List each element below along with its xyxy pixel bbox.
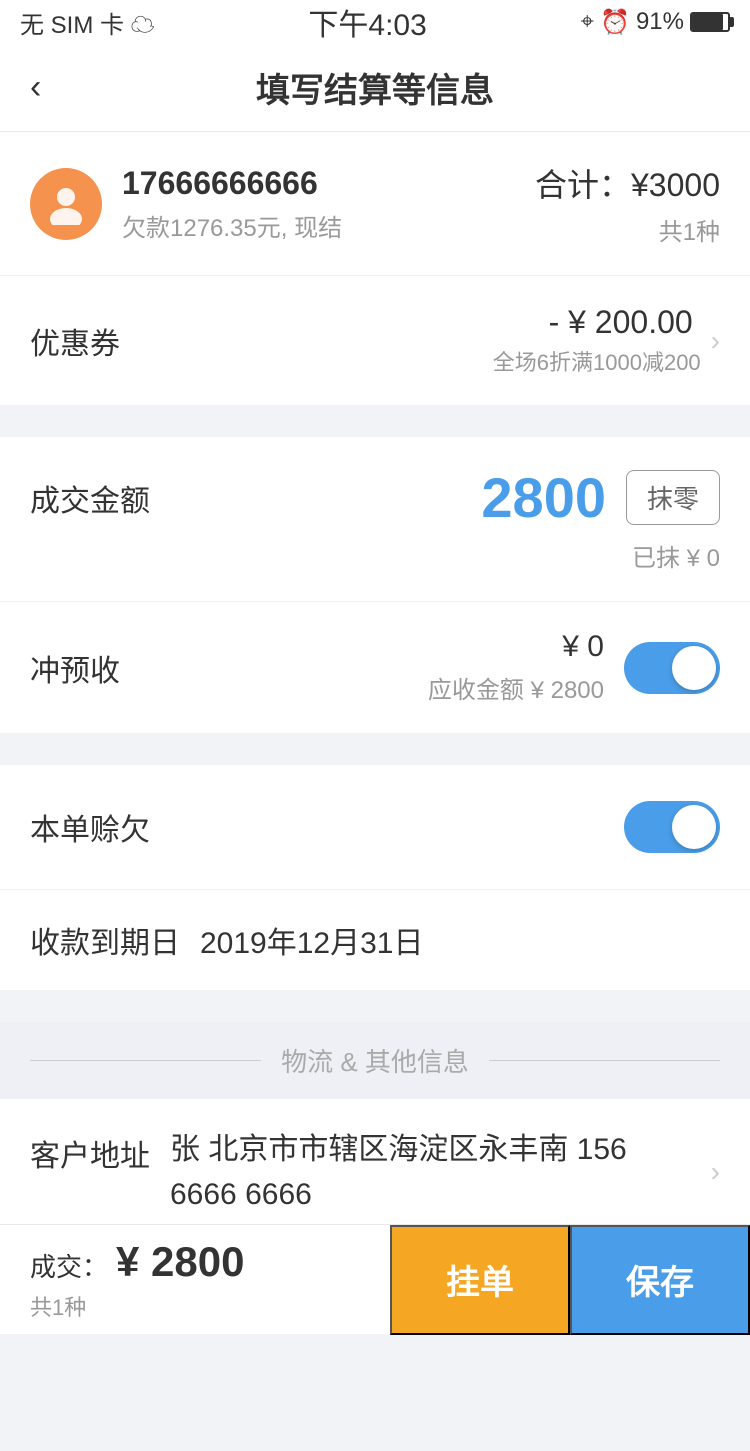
precollect-toggle[interactable] [624,642,720,694]
back-button[interactable]: ‹ [30,68,41,107]
duedate-label: 收款到期日 [30,918,180,962]
precollect-sub: 应收金额 ¥ 2800 [428,670,604,705]
save-button[interactable]: 保存 [570,1225,750,1335]
divider-line-right [489,1060,720,1061]
address-label: 客户地址 [30,1131,170,1175]
debt-toggle[interactable] [624,801,720,853]
footer-placeholder [0,1341,750,1451]
battery-icon [690,12,730,32]
footer-deal-amount: ¥ 2800 [116,1238,244,1286]
debt-card: 本单赊欠 收款到期日 2019年12月31日 [0,765,750,990]
page-title: 填写结算等信息 [256,63,494,112]
coupon-right: - ¥ 200.00 全场6折满1000减200 › [493,304,720,377]
coupon-value-block: - ¥ 200.00 全场6折满1000减200 [493,304,701,377]
user-info-card: 17666666666 欠款1276.35元, 现结 合计：¥3000 共1种 … [0,132,750,405]
address-content: 张 北京市市辖区海淀区永丰南 156 6666 6666 [170,1127,701,1217]
hang-button[interactable]: 挂单 [390,1225,570,1335]
user-avatar-icon [45,183,87,225]
amount-row: 成交金额 2800 抹零 [30,465,720,530]
amount-section: 成交金额 2800 抹零 已抹 ¥ 0 [0,437,750,601]
footer: 成交： ¥ 2800 共1种 挂单 保存 [0,1224,750,1334]
divider-1 [0,421,750,437]
divider-line-left [30,1060,261,1061]
round-button[interactable]: 抹零 [626,470,720,525]
amount-right: 2800 抹零 [481,465,720,530]
divider-2 [0,749,750,765]
status-right: ⌖ ⏰ 91% [581,8,730,37]
debt-label: 本单赊欠 [30,805,624,849]
total-amount: 合计：¥3000 [535,160,720,206]
user-debt: 欠款1276.35元, 现结 [122,208,535,243]
clock-icon: ⏰ [600,8,630,37]
status-bar: 无 SIM 卡 ☁ 下午4:03 ⌖ ⏰ 91% [0,0,750,44]
precollect-amount: ¥ 0 [428,630,604,664]
duedate-value: 2019年12月31日 [200,918,423,962]
debt-toggle-knob [672,805,716,849]
header: ‹ 填写结算等信息 [0,44,750,132]
amount-sub: 已抹 ¥ 0 [30,538,720,573]
precollect-value-block: ¥ 0 应收金额 ¥ 2800 [428,630,604,705]
user-phone: 17666666666 [122,165,535,202]
coupon-label: 优惠券 [30,319,493,363]
status-time: 下午4:03 [308,0,426,44]
coupon-desc: 全场6折满1000减200 [493,345,701,377]
footer-kind: 共1种 [30,1290,360,1322]
precollect-right: ¥ 0 应收金额 ¥ 2800 [428,630,720,705]
logistics-divider: 物流 & 其他信息 [0,1022,750,1099]
total-kind: 共1种 [535,212,720,247]
user-total: 合计：¥3000 共1种 [535,160,720,247]
amount-value: 2800 [481,465,606,530]
battery-text: 91% [636,8,684,36]
precollect-row: 冲预收 ¥ 0 应收金额 ¥ 2800 [0,601,750,733]
no-sim-text: 无 SIM 卡 ☁ [20,5,155,40]
address-chevron-icon: › [711,1156,720,1188]
toggle-knob [672,646,716,690]
deal-amount-card: 成交金额 2800 抹零 已抹 ¥ 0 冲预收 ¥ 0 应收金额 ¥ 2800 [0,437,750,733]
avatar [30,168,102,240]
footer-deal-label: 成交： [30,1247,108,1284]
user-row: 17666666666 欠款1276.35元, 现结 合计：¥3000 共1种 [0,132,750,275]
footer-info: 成交： ¥ 2800 共1种 [0,1238,390,1322]
status-left: 无 SIM 卡 ☁ [20,5,155,40]
amount-label: 成交金额 [30,476,150,520]
user-info-block: 17666666666 欠款1276.35元, 现结 [122,165,535,243]
duedate-row: 收款到期日 2019年12月31日 [0,889,750,990]
location-icon: ⌖ [581,8,595,36]
coupon-discount: - ¥ 200.00 [493,304,693,341]
debt-row: 本单赊欠 [0,765,750,889]
coupon-row[interactable]: 优惠券 - ¥ 200.00 全场6折满1000减200 › [0,275,750,405]
footer-deal-row: 成交： ¥ 2800 [30,1238,360,1286]
divider-3 [0,1006,750,1022]
logistics-label: 物流 & 其他信息 [281,1042,469,1079]
precollect-label: 冲预收 [30,646,428,690]
coupon-chevron-icon: › [711,325,720,357]
